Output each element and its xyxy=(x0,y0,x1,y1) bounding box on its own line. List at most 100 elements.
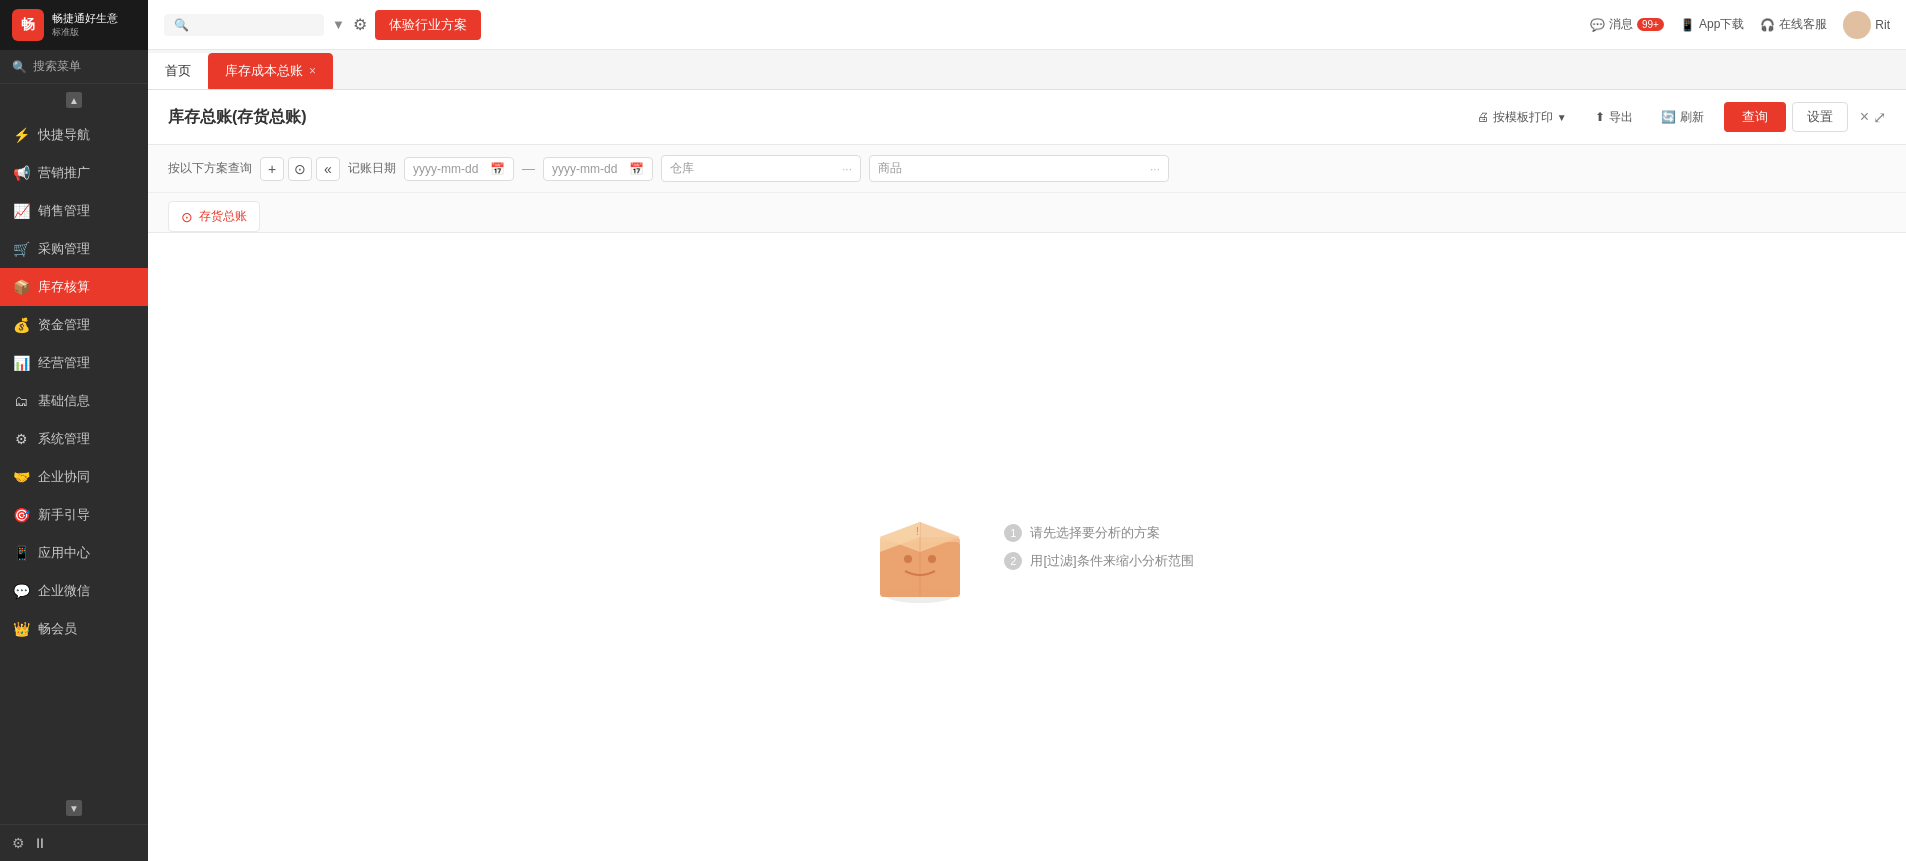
sidebar-item-operations[interactable]: 📊 经营管理 xyxy=(0,344,148,382)
filter-add-button[interactable]: + xyxy=(260,157,284,181)
tab-close-icon[interactable]: × xyxy=(309,64,316,78)
message-label: 消息 xyxy=(1609,16,1633,33)
query-button[interactable]: 查询 xyxy=(1724,102,1786,132)
empty-state: ! 1 请先选择要分析的方案 2 用[过滤]条件来缩小分析范围 xyxy=(148,233,1906,861)
app-name: 畅捷通好生意 xyxy=(52,11,118,26)
refresh-icon: 🔄 xyxy=(1661,110,1676,124)
sidebar-item-finance[interactable]: 💰 资金管理 xyxy=(0,306,148,344)
scroll-up-area: ▲ xyxy=(0,84,148,116)
user-avatar-area[interactable]: Rit xyxy=(1843,11,1890,39)
export-button[interactable]: ⬆ 导出 xyxy=(1587,105,1641,130)
newbie-icon: 🎯 xyxy=(12,506,30,524)
sidebar-item-label: 企业微信 xyxy=(38,582,90,600)
sidebar-item-system[interactable]: ⚙ 系统管理 xyxy=(0,420,148,458)
sidebar-item-appstore[interactable]: 📱 应用中心 xyxy=(0,534,148,572)
sidebar-item-label: 畅会员 xyxy=(38,620,77,638)
quick-nav-icon: ⚡ xyxy=(12,126,30,144)
user-name: Rit xyxy=(1875,18,1890,32)
sidebar-item-label: 销售管理 xyxy=(38,202,90,220)
system-icon: ⚙ xyxy=(12,430,30,448)
sales-icon: 📈 xyxy=(12,202,30,220)
panel-close-button[interactable]: × xyxy=(1860,108,1869,126)
warehouse-select[interactable]: 仓库 ··· xyxy=(661,155,861,182)
sidebar-item-newbie[interactable]: 🎯 新手引导 xyxy=(0,496,148,534)
date-start-placeholder: yyyy-mm-dd xyxy=(413,162,478,176)
sidebar-item-wechat[interactable]: 💬 企业微信 xyxy=(0,572,148,610)
tab-inventory-ledger-label: 库存成本总账 xyxy=(225,62,303,80)
sidebar-item-sales[interactable]: 📈 销售管理 xyxy=(0,192,148,230)
tab-inventory-ledger[interactable]: 库存成本总账 × xyxy=(208,53,333,89)
online-service-button[interactable]: 🎧 在线客服 xyxy=(1760,16,1827,33)
main-content: 🔍 ▼ ⚙ 体验行业方案 💬 消息 99+ 📱 App下载 🎧 在线客服 xyxy=(148,0,1906,861)
sidebar-item-purchase[interactable]: 🛒 采购管理 xyxy=(0,230,148,268)
sidebar-item-label: 营销推广 xyxy=(38,164,90,182)
scheme-item[interactable]: ⊙ 存货总账 xyxy=(168,201,260,232)
app-download-icon: 📱 xyxy=(1680,18,1695,32)
sidebar-item-label: 新手引导 xyxy=(38,506,90,524)
page-actions: 🖨 按模板打印 ▼ ⬆ 导出 🔄 刷新 查询 设置 xyxy=(1469,102,1848,132)
panel-expand-button[interactable]: ⤢ xyxy=(1873,108,1886,127)
filter-section: 按以下方案查询 + ⊙ « 记账日期 yyyy-mm-dd 📅 — yyyy-m xyxy=(148,145,1906,193)
scheme-area: ⊙ 存货总账 xyxy=(148,193,1906,233)
scroll-down-button[interactable]: ▼ xyxy=(66,800,82,816)
topbar-left: 🔍 ▼ ⚙ 体验行业方案 xyxy=(164,10,1580,40)
topbar-search-area[interactable]: 🔍 xyxy=(164,14,324,36)
sidebar-item-quick-nav[interactable]: ⚡ 快捷导航 xyxy=(0,116,148,154)
online-service-label: 在线客服 xyxy=(1779,16,1827,33)
tab-home[interactable]: 首页 xyxy=(148,53,208,89)
topbar-chevron-icon[interactable]: ▼ xyxy=(332,17,345,32)
topbar-search-icon: 🔍 xyxy=(174,18,189,32)
page-header: 库存总账(存货总账) 🖨 按模板打印 ▼ ⬆ 导出 🔄 刷新 查询 设置 xyxy=(148,90,1906,145)
warehouse-label: 仓库 xyxy=(670,160,694,177)
calendar-end-icon: 📅 xyxy=(629,162,644,176)
sidebar-item-member[interactable]: 👑 畅会员 xyxy=(0,610,148,648)
sidebar-item-inventory[interactable]: 📦 库存核算 xyxy=(0,268,148,306)
sidebar-item-label: 快捷导航 xyxy=(38,126,90,144)
sidebar-nav: ⚡ 快捷导航 📢 营销推广 📈 销售管理 🛒 采购管理 📦 库存核算 💰 资金管… xyxy=(0,116,148,792)
sidebar-item-marketing[interactable]: 📢 营销推广 xyxy=(0,154,148,192)
page-panel: 库存总账(存货总账) 🖨 按模板打印 ▼ ⬆ 导出 🔄 刷新 查询 设置 xyxy=(148,90,1906,861)
empty-texts: 1 请先选择要分析的方案 2 用[过滤]条件来缩小分析范围 xyxy=(1004,524,1193,570)
marketing-icon: 📢 xyxy=(12,164,30,182)
query-settings-area: 查询 设置 xyxy=(1724,102,1848,132)
warehouse-more-icon: ··· xyxy=(842,162,852,176)
date-end-input[interactable]: yyyy-mm-dd 📅 xyxy=(543,157,653,181)
date-label: 记账日期 xyxy=(348,160,396,177)
sidebar-search[interactable]: 🔍 搜索菜单 xyxy=(0,50,148,84)
sidebar-item-enterprise[interactable]: 🤝 企业协同 xyxy=(0,458,148,496)
filter-btns: + ⊙ « xyxy=(260,157,340,181)
topbar-settings-icon[interactable]: ⚙ xyxy=(353,15,367,34)
audio-footer-icon[interactable]: ⏸ xyxy=(33,835,47,851)
sidebar-item-label: 应用中心 xyxy=(38,544,90,562)
goods-more-icon: ··· xyxy=(1150,162,1160,176)
settings-footer-icon[interactable]: ⚙ xyxy=(12,835,25,851)
filter-collapse-button[interactable]: « xyxy=(316,157,340,181)
settings-button[interactable]: 设置 xyxy=(1792,102,1848,132)
appstore-icon: 📱 xyxy=(12,544,30,562)
refresh-button[interactable]: 🔄 刷新 xyxy=(1653,105,1712,130)
online-service-icon: 🎧 xyxy=(1760,18,1775,32)
scheme-icon: ⊙ xyxy=(181,209,193,225)
industry-solution-button[interactable]: 体验行业方案 xyxy=(375,10,481,40)
empty-hint-1: 1 请先选择要分析的方案 xyxy=(1004,524,1193,542)
scroll-down-area: ▼ xyxy=(0,792,148,824)
svg-text:!: ! xyxy=(916,526,919,537)
scroll-up-button[interactable]: ▲ xyxy=(66,92,82,108)
filter-label: 按以下方案查询 xyxy=(168,160,252,177)
filter-settings-button[interactable]: ⊙ xyxy=(288,157,312,181)
sidebar-item-label: 库存核算 xyxy=(38,278,90,296)
app-download-button[interactable]: 📱 App下载 xyxy=(1680,16,1744,33)
print-button[interactable]: 🖨 按模板打印 ▼ xyxy=(1469,105,1575,130)
empty-num-2: 2 xyxy=(1004,552,1022,570)
message-icon: 💬 xyxy=(1590,18,1605,32)
message-button[interactable]: 💬 消息 99+ xyxy=(1590,16,1664,33)
sidebar-item-base[interactable]: 🗂 基础信息 xyxy=(0,382,148,420)
date-start-input[interactable]: yyyy-mm-dd 📅 xyxy=(404,157,514,181)
export-icon: ⬆ xyxy=(1595,110,1605,124)
svg-point-6 xyxy=(904,555,912,563)
goods-select[interactable]: 商品 ··· xyxy=(869,155,1169,182)
tab-home-label: 首页 xyxy=(165,62,191,80)
wechat-icon: 💬 xyxy=(12,582,30,600)
sidebar-item-label: 采购管理 xyxy=(38,240,90,258)
purchase-icon: 🛒 xyxy=(12,240,30,258)
